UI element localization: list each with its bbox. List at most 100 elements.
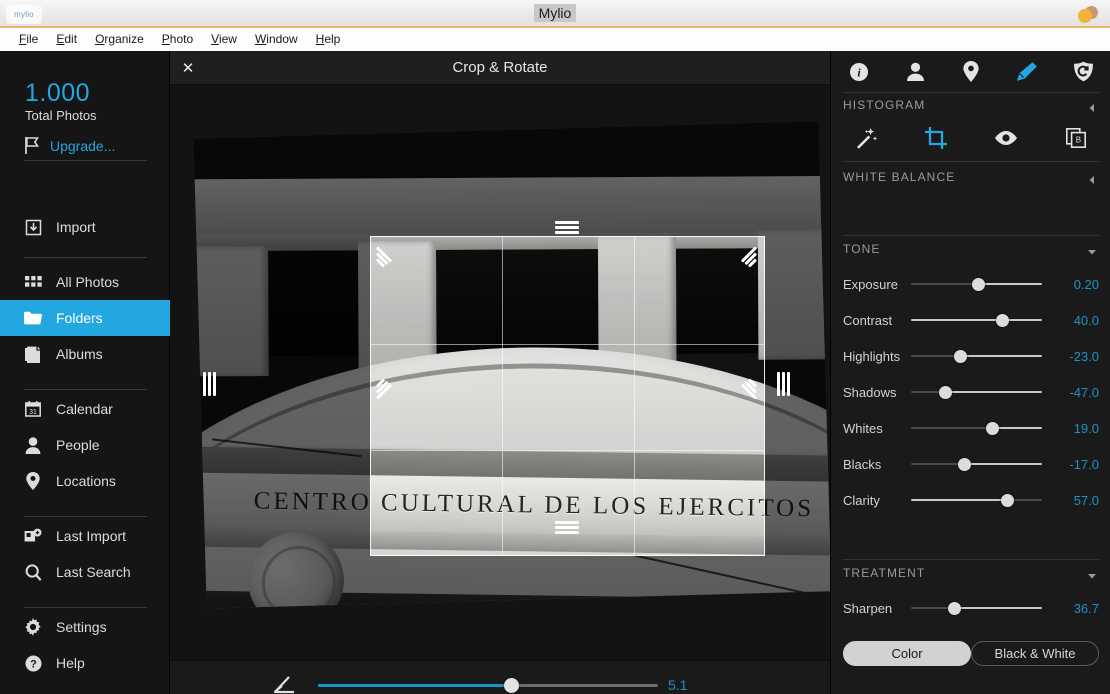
sidebar-item-locations[interactable]: Locations <box>0 463 170 499</box>
crop-handle-left-center[interactable] <box>203 372 217 396</box>
slider-label: Blacks <box>843 457 882 472</box>
menu-edit-rest: dit <box>64 32 78 46</box>
menu-file-rest: ile <box>26 32 39 46</box>
sidebar-item-label: Folders <box>56 310 103 326</box>
chevron-left-icon[interactable] <box>1087 172 1097 184</box>
sidebar-item-albums[interactable]: Albums <box>0 336 170 372</box>
slider-track[interactable] <box>911 350 1042 363</box>
sidebar-group-library: All Photos Folders Albums <box>0 264 170 372</box>
tone-section-header[interactable]: TONE <box>831 238 1110 260</box>
tab-sync[interactable] <box>1055 51 1110 92</box>
copy-settings-tool[interactable]: B <box>1041 120 1110 160</box>
slider-track[interactable] <box>911 494 1042 507</box>
crop-handle-top-right[interactable] <box>734 243 758 268</box>
slider-exposure[interactable]: Exposure 0.20 <box>831 274 1110 296</box>
sidebar-divider-2 <box>24 257 147 258</box>
color-toggle-option[interactable]: Color <box>843 641 971 666</box>
sidebar-item-folders[interactable]: Folders <box>0 300 170 336</box>
slider-whites[interactable]: Whites 19.0 <box>831 418 1110 440</box>
svg-text:31: 31 <box>29 409 37 416</box>
slider-highlights[interactable]: Highlights -23.0 <box>831 346 1110 368</box>
tab-location[interactable] <box>943 51 999 92</box>
sidebar-divider-3 <box>24 389 147 390</box>
sidebar-item-settings[interactable]: Settings <box>0 609 170 645</box>
crop-handle-bottom-right[interactable] <box>734 378 758 404</box>
histogram-section-header[interactable]: HISTOGRAM <box>831 94 1110 116</box>
menu-item-file[interactable]: File <box>10 28 47 51</box>
tab-info[interactable]: i <box>831 51 887 92</box>
svg-text:B: B <box>1076 135 1081 144</box>
crop-handle-bottom-center[interactable] <box>555 521 579 535</box>
auto-enhance-tool[interactable] <box>831 120 901 160</box>
chevron-down-icon[interactable] <box>1087 568 1097 579</box>
page-title: Crop & Rotate <box>452 59 548 76</box>
chevron-down-icon[interactable] <box>1087 244 1097 255</box>
menu-item-window[interactable]: Window <box>246 28 307 51</box>
sidebar-item-people[interactable]: People <box>0 427 170 463</box>
slider-shadows[interactable]: Shadows -47.0 <box>831 382 1110 404</box>
red-eye-tool[interactable] <box>971 120 1041 160</box>
overlapping-circles-icon[interactable] <box>1072 6 1098 23</box>
panel-divider-3 <box>843 235 1099 236</box>
eye-icon <box>994 130 1018 151</box>
black-and-white-toggle-option[interactable]: Black & White <box>971 641 1099 666</box>
menu-bar: File Edit Organize Photo View Window Hel… <box>0 28 1110 51</box>
slider-value: -23.0 <box>1069 349 1099 364</box>
sidebar-item-all-photos[interactable]: All Photos <box>0 264 170 300</box>
treatment-toggle: Color Black & White <box>843 641 1099 666</box>
slider-track[interactable] <box>911 458 1042 471</box>
sidebar-divider-1 <box>24 160 147 161</box>
crop-tool[interactable] <box>901 120 971 160</box>
tab-edit[interactable] <box>999 51 1055 92</box>
slider-clarity[interactable]: Clarity 57.0 <box>831 490 1110 512</box>
menu-item-view[interactable]: View <box>202 28 246 51</box>
slider-value: -47.0 <box>1069 385 1099 400</box>
grid-icon <box>24 273 42 291</box>
copy-settings-icon: B <box>1066 127 1087 153</box>
slider-track[interactable] <box>911 422 1042 435</box>
tab-people[interactable] <box>887 51 943 92</box>
crop-handle-bottom-left[interactable] <box>375 378 399 404</box>
question-circle-icon: ? <box>24 654 42 672</box>
menu-item-help[interactable]: Help <box>307 28 350 51</box>
slider-contrast[interactable]: Contrast 40.0 <box>831 310 1110 332</box>
sidebar-item-last-import[interactable]: Last Import <box>0 518 170 554</box>
slider-track[interactable] <box>911 602 1042 615</box>
white-balance-section-header[interactable]: WHITE BALANCE <box>831 166 1110 188</box>
gear-icon <box>24 618 42 636</box>
treatment-section-header[interactable]: TREATMENT <box>831 562 1110 584</box>
rotation-slider[interactable] <box>318 678 658 693</box>
slider-track[interactable] <box>911 386 1042 399</box>
slider-blacks[interactable]: Blacks -17.0 <box>831 454 1110 476</box>
sidebar-item-import[interactable]: Import <box>0 209 170 245</box>
crop-handle-top-left[interactable] <box>375 243 399 268</box>
crop-handle-right-center[interactable] <box>777 372 791 396</box>
photo-canvas[interactable]: CENTRO CULTURAL DE LOS EJERCITOS <box>170 85 830 660</box>
crop-handle-top-center[interactable] <box>555 221 579 235</box>
slider-value: 0.20 <box>1073 277 1099 292</box>
sidebar-item-calendar[interactable]: 31 Calendar <box>0 391 170 427</box>
slider-track[interactable] <box>911 278 1042 291</box>
sidebar-group-system: Settings ? Help <box>0 609 170 681</box>
slider-track[interactable] <box>911 314 1042 327</box>
sidebar-group-recent: Last Import Last Search <box>0 518 170 590</box>
total-photos-count: 1.000 <box>25 79 91 107</box>
slider-value: 40.0 <box>1073 313 1099 328</box>
chevron-left-icon[interactable] <box>1087 100 1097 112</box>
menu-item-organize[interactable]: Organize <box>86 28 153 51</box>
tone-title: TONE <box>843 242 881 256</box>
search-icon <box>24 563 42 581</box>
menu-item-edit[interactable]: Edit <box>47 28 86 51</box>
slider-sharpen[interactable]: Sharpen 36.7 <box>831 598 1110 620</box>
sidebar-item-help[interactable]: ? Help <box>0 645 170 681</box>
sidebar-item-label: Calendar <box>56 401 113 417</box>
menu-item-photo[interactable]: Photo <box>153 28 202 51</box>
sidebar-item-last-search[interactable]: Last Search <box>0 554 170 590</box>
upgrade-link[interactable]: Upgrade... <box>24 136 115 155</box>
rotation-value: 5.1 <box>668 677 688 693</box>
svg-text:?: ? <box>30 658 37 670</box>
last-import-icon <box>24 527 42 545</box>
sidebar-item-label: All Photos <box>56 274 120 290</box>
sidebar-item-label: Locations <box>56 473 116 489</box>
histogram-title: HISTOGRAM <box>843 98 926 112</box>
